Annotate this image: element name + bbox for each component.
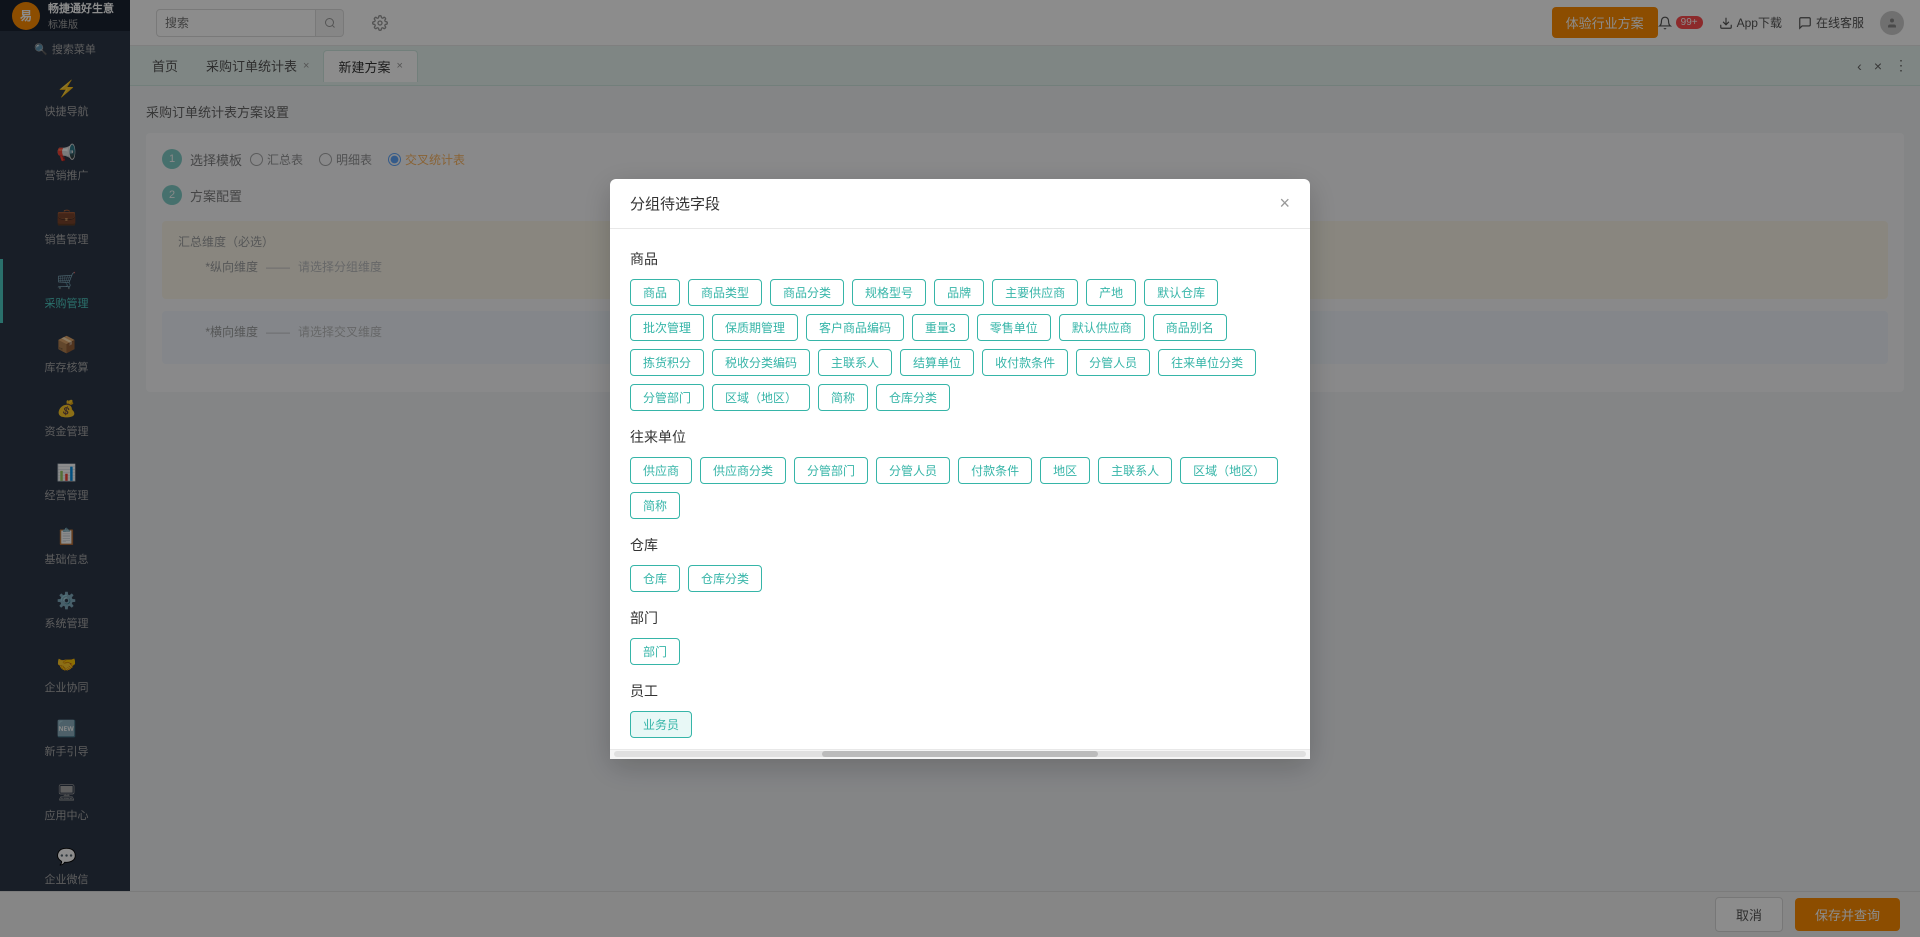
field-selection-modal: 分组待选字段 × 商品 商品 商品类型 商品分类 规格型号 品牌 主要供应商 产…	[610, 179, 1310, 759]
section-title-warehouse: 仓库	[630, 535, 1290, 555]
field-tag[interactable]: 主联系人	[818, 349, 892, 376]
section-title-partner: 往来单位	[630, 427, 1290, 447]
field-tag[interactable]: 分管部门	[794, 457, 868, 484]
field-tag[interactable]: 商品类型	[688, 279, 762, 306]
field-grid-department: 部门	[630, 638, 1290, 665]
field-tag[interactable]: 批次管理	[630, 314, 704, 341]
field-tag[interactable]: 商品分类	[770, 279, 844, 306]
field-grid-partner: 供应商 供应商分类 分管部门 分管人员 付款条件 地区 主联系人 区域（地区） …	[630, 457, 1290, 519]
modal-title: 分组待选字段	[630, 193, 720, 214]
section-title-department: 部门	[630, 608, 1290, 628]
field-tag[interactable]: 付款条件	[958, 457, 1032, 484]
horizontal-scrollbar[interactable]	[610, 749, 1310, 759]
field-tag[interactable]: 默认仓库	[1144, 279, 1218, 306]
field-tag[interactable]: 区域（地区）	[712, 384, 810, 411]
scrollbar-thumb	[822, 751, 1099, 757]
field-tag[interactable]: 结算单位	[900, 349, 974, 376]
field-tag[interactable]: 区域（地区）	[1180, 457, 1278, 484]
field-tag[interactable]: 商品别名	[1153, 314, 1227, 341]
field-tag[interactable]: 商品	[630, 279, 680, 306]
field-tag[interactable]: 业务员	[630, 711, 692, 738]
field-grid-product: 商品 商品类型 商品分类 规格型号 品牌 主要供应商 产地 默认仓库 批次管理 …	[630, 279, 1290, 411]
field-grid-warehouse: 仓库 仓库分类	[630, 565, 1290, 592]
field-tag[interactable]: 客户商品编码	[806, 314, 904, 341]
field-tag[interactable]: 仓库分类	[688, 565, 762, 592]
field-tag[interactable]: 规格型号	[852, 279, 926, 306]
field-tag[interactable]: 部门	[630, 638, 680, 665]
field-tag[interactable]: 分管人员	[876, 457, 950, 484]
field-grid-employee: 业务员	[630, 711, 1290, 738]
field-tag[interactable]: 主要供应商	[992, 279, 1078, 306]
modal-close-btn[interactable]: ×	[1279, 193, 1290, 214]
field-tag[interactable]: 往来单位分类	[1158, 349, 1256, 376]
field-tag[interactable]: 供应商	[630, 457, 692, 484]
field-tag[interactable]: 分管部门	[630, 384, 704, 411]
field-tag[interactable]: 重量3	[912, 314, 969, 341]
field-tag[interactable]: 主联系人	[1098, 457, 1172, 484]
field-tag[interactable]: 收付款条件	[982, 349, 1068, 376]
field-tag[interactable]: 分管人员	[1076, 349, 1150, 376]
field-tag[interactable]: 简称	[630, 492, 680, 519]
field-tag[interactable]: 拣货积分	[630, 349, 704, 376]
scrollbar-track	[614, 751, 1306, 757]
modal-body: 商品 商品 商品类型 商品分类 规格型号 品牌 主要供应商 产地 默认仓库 批次…	[610, 229, 1310, 749]
field-tag[interactable]: 供应商分类	[700, 457, 786, 484]
field-tag[interactable]: 仓库分类	[876, 384, 950, 411]
field-tag[interactable]: 仓库	[630, 565, 680, 592]
field-tag[interactable]: 保质期管理	[712, 314, 798, 341]
section-title-product: 商品	[630, 249, 1290, 269]
field-tag[interactable]: 简称	[818, 384, 868, 411]
field-tag[interactable]: 品牌	[934, 279, 984, 306]
modal-header: 分组待选字段 ×	[610, 179, 1310, 229]
section-title-employee: 员工	[630, 681, 1290, 701]
field-tag[interactable]: 产地	[1086, 279, 1136, 306]
field-tag[interactable]: 默认供应商	[1059, 314, 1145, 341]
field-tag[interactable]: 地区	[1040, 457, 1090, 484]
field-tag[interactable]: 零售单位	[977, 314, 1051, 341]
field-tag[interactable]: 税收分类编码	[712, 349, 810, 376]
